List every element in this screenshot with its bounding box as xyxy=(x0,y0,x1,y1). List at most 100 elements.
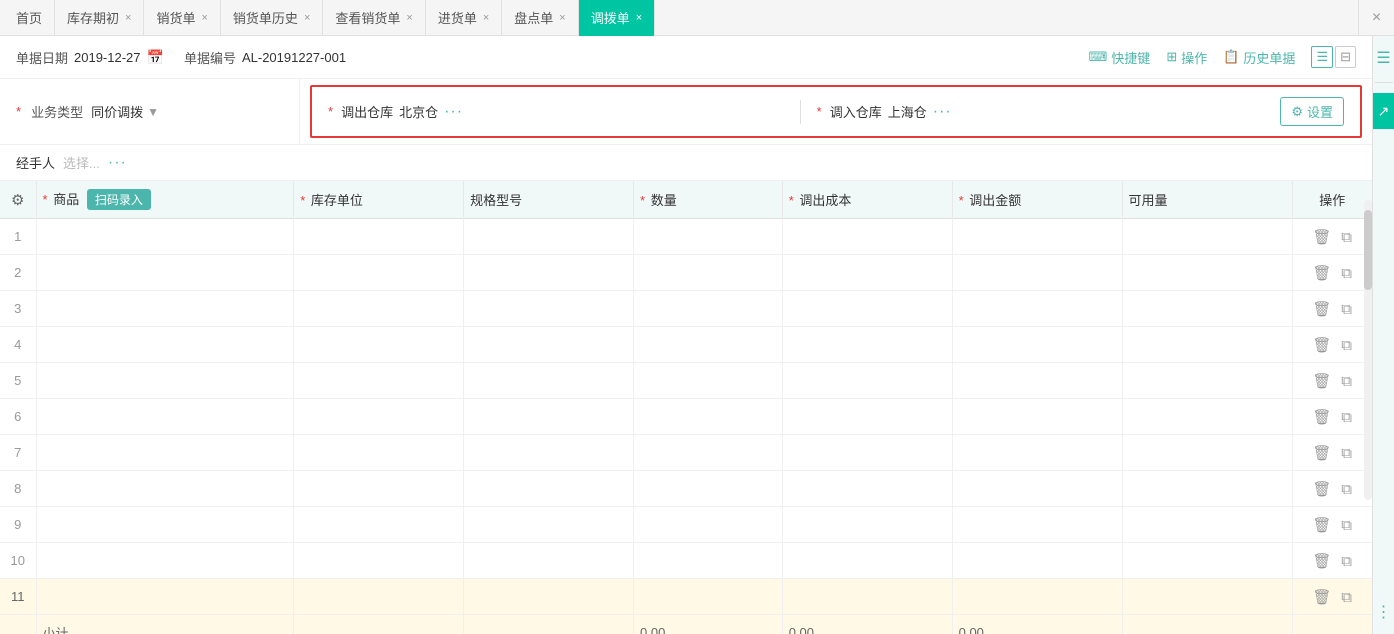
row-3-qty[interactable] xyxy=(634,291,783,327)
row-3-cost[interactable] xyxy=(782,291,952,327)
row-2-cost[interactable] xyxy=(782,255,952,291)
row-2-amount[interactable] xyxy=(952,255,1122,291)
tab-view-sales[interactable]: 查看销货单 × xyxy=(323,0,425,36)
row-9-amount[interactable] xyxy=(952,507,1122,543)
settings-button[interactable]: ⚙ 设置 xyxy=(1280,97,1344,126)
row-7-amount[interactable] xyxy=(952,435,1122,471)
row-8-cost[interactable] xyxy=(782,471,952,507)
history-action[interactable]: 📋 历史单据 xyxy=(1223,48,1295,67)
tab-sales-history[interactable]: 销货单历史 × xyxy=(221,0,323,36)
layout-toggle[interactable]: ☰ ⊟ xyxy=(1311,46,1356,68)
row-8-spec[interactable] xyxy=(464,471,634,507)
row-2-qty[interactable] xyxy=(634,255,783,291)
tab-inventory-init[interactable]: 库存期初 × xyxy=(55,0,144,36)
row-3-amount[interactable] xyxy=(952,291,1122,327)
row-10-cost[interactable] xyxy=(782,543,952,579)
delete-icon-8[interactable]: 🗑 xyxy=(1313,481,1332,498)
row-5-cost[interactable] xyxy=(782,363,952,399)
date-value[interactable]: 2019-12-27 xyxy=(74,50,141,65)
tab-purchase-close[interactable]: × xyxy=(483,12,489,24)
row-5-unit[interactable] xyxy=(294,363,464,399)
handler-more-icon[interactable]: ··· xyxy=(108,154,127,172)
row-5-amount[interactable] xyxy=(952,363,1122,399)
row-7-qty[interactable] xyxy=(634,435,783,471)
layout-grid-icon[interactable]: ⊟ xyxy=(1335,46,1356,68)
sidebar-list-icon[interactable]: ☰ xyxy=(1372,44,1394,72)
delete-icon-4[interactable]: 🗑 xyxy=(1313,337,1332,354)
row-10-spec[interactable] xyxy=(464,543,634,579)
row-9-cost[interactable] xyxy=(782,507,952,543)
row-7-spec[interactable] xyxy=(464,435,634,471)
tab-sales-order-close[interactable]: × xyxy=(201,12,207,24)
shortcut-action[interactable]: ⌨ 快捷键 xyxy=(1089,48,1151,67)
row-7-unit[interactable] xyxy=(294,435,464,471)
row-8-qty[interactable] xyxy=(634,471,783,507)
copy-icon-8[interactable]: ⧉ xyxy=(1341,481,1352,498)
delete-icon-9[interactable]: 🗑 xyxy=(1313,517,1332,534)
row-1-unit[interactable] xyxy=(294,219,464,255)
window-close-button[interactable]: × xyxy=(1358,0,1394,36)
tab-inventory-check[interactable]: 盘点单 × xyxy=(502,0,578,36)
row-8-product[interactable] xyxy=(36,471,294,507)
copy-icon-7[interactable]: ⧉ xyxy=(1341,445,1352,462)
row-1-spec[interactable] xyxy=(464,219,634,255)
tab-sales-history-close[interactable]: × xyxy=(304,12,310,24)
row-9-product[interactable] xyxy=(36,507,294,543)
row-11-spec[interactable] xyxy=(464,579,634,615)
row-4-qty[interactable] xyxy=(634,327,783,363)
tab-inventory-check-close[interactable]: × xyxy=(559,12,565,24)
row-10-unit[interactable] xyxy=(294,543,464,579)
row-1-product[interactable] xyxy=(36,219,294,255)
copy-icon-1[interactable]: ⧉ xyxy=(1341,229,1352,246)
row-6-cost[interactable] xyxy=(782,399,952,435)
tab-transfer-close[interactable]: × xyxy=(636,12,642,24)
copy-icon-5[interactable]: ⧉ xyxy=(1341,373,1352,390)
scan-button[interactable]: 扫码录入 xyxy=(87,189,151,210)
operations-action[interactable]: ⊞ 操作 xyxy=(1166,48,1207,67)
row-2-product[interactable] xyxy=(36,255,294,291)
row-4-product[interactable] xyxy=(36,327,294,363)
sidebar-scroll-icon[interactable]: ⋮ xyxy=(1372,598,1394,626)
row-7-cost[interactable] xyxy=(782,435,952,471)
row-5-product[interactable] xyxy=(36,363,294,399)
row-3-unit[interactable] xyxy=(294,291,464,327)
row-4-unit[interactable] xyxy=(294,327,464,363)
row-1-cost[interactable] xyxy=(782,219,952,255)
row-5-qty[interactable] xyxy=(634,363,783,399)
target-warehouse-more-icon[interactable]: ··· xyxy=(933,103,952,121)
copy-icon-6[interactable]: ⧉ xyxy=(1341,409,1352,426)
tab-view-sales-close[interactable]: × xyxy=(406,12,412,24)
row-7-product[interactable] xyxy=(36,435,294,471)
tab-home[interactable]: 首页 xyxy=(4,0,55,36)
delete-icon-3[interactable]: 🗑 xyxy=(1313,301,1332,318)
row-1-qty[interactable] xyxy=(634,219,783,255)
column-settings-icon[interactable]: ⚙ xyxy=(11,192,24,209)
row-10-amount[interactable] xyxy=(952,543,1122,579)
row-9-unit[interactable] xyxy=(294,507,464,543)
tab-sales-order[interactable]: 销货单 × xyxy=(144,0,220,36)
target-warehouse-value[interactable]: 上海仓 xyxy=(888,102,927,121)
row-3-spec[interactable] xyxy=(464,291,634,327)
row-11-qty[interactable] xyxy=(634,579,783,615)
row-9-qty[interactable] xyxy=(634,507,783,543)
tab-transfer[interactable]: 调拨单 × xyxy=(579,0,655,36)
calendar-icon[interactable]: 📅 xyxy=(147,49,164,66)
row-2-unit[interactable] xyxy=(294,255,464,291)
delete-icon-7[interactable]: 🗑 xyxy=(1313,445,1332,462)
row-3-product[interactable] xyxy=(36,291,294,327)
copy-icon-2[interactable]: ⧉ xyxy=(1341,265,1352,282)
row-10-qty[interactable] xyxy=(634,543,783,579)
scrollbar-thumb[interactable] xyxy=(1364,210,1372,290)
row-4-cost[interactable] xyxy=(782,327,952,363)
row-9-spec[interactable] xyxy=(464,507,634,543)
row-11-product[interactable] xyxy=(36,579,294,615)
row-6-product[interactable] xyxy=(36,399,294,435)
row-11-unit[interactable] xyxy=(294,579,464,615)
source-warehouse-more-icon[interactable]: ··· xyxy=(444,103,463,121)
row-6-qty[interactable] xyxy=(634,399,783,435)
delete-icon-2[interactable]: 🗑 xyxy=(1313,265,1332,282)
row-8-unit[interactable] xyxy=(294,471,464,507)
row-1-amount[interactable] xyxy=(952,219,1122,255)
row-4-spec[interactable] xyxy=(464,327,634,363)
row-6-spec[interactable] xyxy=(464,399,634,435)
